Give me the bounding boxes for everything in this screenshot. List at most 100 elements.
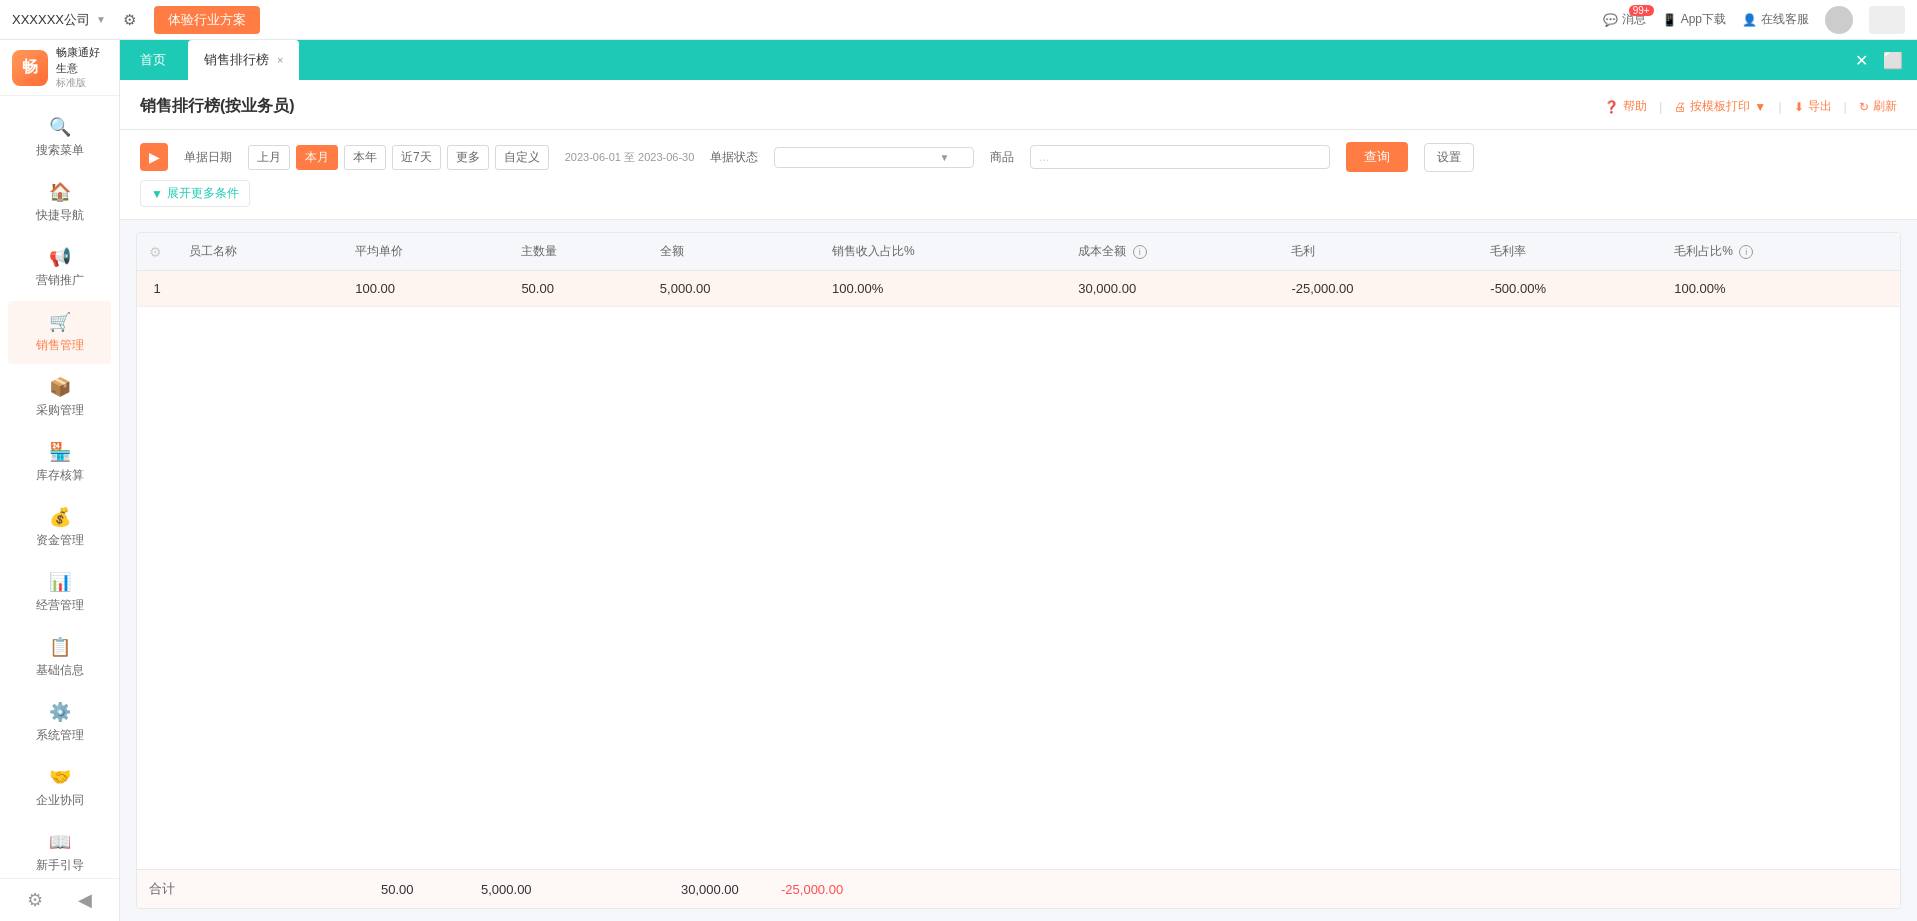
tab-expand-btn[interactable]: ⬜: [1881, 48, 1905, 72]
sidebar-item-system[interactable]: ⚙️ 系统管理: [8, 691, 111, 754]
page-title: 销售排行榜(按业务员): [140, 96, 295, 117]
tab-label: 销售排行榜: [204, 51, 269, 69]
app-download-label: App下载: [1681, 11, 1726, 28]
marketing-icon: 📢: [49, 246, 71, 268]
col-quantity-header: 主数量: [509, 233, 647, 271]
collapse-button[interactable]: ▶: [140, 143, 168, 171]
amount-cell: 5,000.00: [648, 271, 820, 307]
data-table: ⚙ 员工名称 平均单价 主数量 全额 销售收入占比% 成本全额 i 毛利: [137, 233, 1900, 307]
main-layout: 畅 畅康通好生意 标准版 🔍 搜索菜单 🏠 快捷导航 📢 营销推广 🛒: [0, 40, 1917, 921]
refresh-icon: ↻: [1859, 100, 1869, 114]
help-link[interactable]: ❓ 帮助: [1604, 98, 1647, 115]
operation-icon: 📊: [49, 571, 71, 593]
col-name-header: 员工名称: [177, 233, 343, 271]
sidebar-nav: 🔍 搜索菜单 🏠 快捷导航 📢 营销推广 🛒 销售管理 📦 采购管理 🏪: [0, 96, 119, 878]
page-actions: ❓ 帮助 | 🖨 按模板打印 ▼ | ⬇ 导出: [1604, 98, 1897, 115]
col-settings-icon[interactable]: ⚙: [149, 244, 162, 260]
trial-button[interactable]: 体验行业方案: [154, 6, 260, 34]
sidebar-item-label: 营销推广: [36, 272, 84, 289]
top-right-area: 💬 消息 99+ 📱 App下载 👤 在线客服: [1603, 6, 1905, 34]
purchase-icon: 📦: [49, 376, 71, 398]
tab-sales-rank[interactable]: 销售排行榜 ×: [188, 40, 299, 80]
table-body: 1 100.00 50.00 5,000.00 100.00% 30,000.0…: [137, 271, 1900, 307]
sales-icon: 🛒: [49, 311, 71, 333]
date-btn-custom[interactable]: 自定义: [495, 145, 549, 170]
sidebar-item-sales[interactable]: 🛒 销售管理: [8, 301, 111, 364]
date-btn-last-month[interactable]: 上月: [248, 145, 290, 170]
sidebar-item-operation[interactable]: 📊 经营管理: [8, 561, 111, 624]
sidebar-item-base-info[interactable]: 📋 基础信息: [8, 626, 111, 689]
tab-home[interactable]: 首页: [120, 40, 186, 80]
tab-bar: 首页 销售排行榜 × ✕ ⬜: [120, 40, 1917, 80]
refresh-link[interactable]: ↻ 刷新: [1859, 98, 1897, 115]
footer-amount: 5,000.00: [469, 882, 569, 897]
table-footer: 合计 50.00 5,000.00 30,000.00 -25,000.00: [137, 869, 1900, 908]
sidebar-item-guide[interactable]: 📖 新手引导: [8, 821, 111, 878]
notification-icon: 💬: [1603, 13, 1618, 27]
date-btn-more[interactable]: 更多: [447, 145, 489, 170]
logo-icon: 畅: [12, 50, 48, 86]
logo-sub: 标准版: [56, 76, 107, 90]
date-btn-this-year[interactable]: 本年: [344, 145, 386, 170]
gross-cell: -25,000.00: [1279, 271, 1478, 307]
user-menu[interactable]: [1869, 6, 1905, 34]
tab-close-btn[interactable]: ✕: [1849, 48, 1873, 72]
filter-expand: ▼ 展开更多条件: [140, 180, 1897, 207]
app-download-icon: 📱: [1662, 13, 1677, 27]
company-select[interactable]: XXXXXX公司 ▼: [12, 11, 106, 29]
sidebar-item-quick-nav[interactable]: 🏠 快捷导航: [8, 171, 111, 234]
system-icon: ⚙️: [49, 701, 71, 723]
goods-select[interactable]: ...: [1030, 145, 1330, 169]
avg-price-cell: 100.00: [343, 271, 509, 307]
sidebar: 畅 畅康通好生意 标准版 🔍 搜索菜单 🏠 快捷导航 📢 营销推广 🛒: [0, 40, 120, 921]
sidebar-item-marketing[interactable]: 📢 营销推广: [8, 236, 111, 299]
sidebar-item-label: 企业协同: [36, 792, 84, 809]
help-label: 帮助: [1623, 98, 1647, 115]
sidebar-item-search-order[interactable]: 🔍 搜索菜单: [8, 106, 111, 169]
template-print-link[interactable]: 🖨 按模板打印 ▼: [1674, 98, 1766, 115]
date-btn-this-month[interactable]: 本月: [296, 145, 338, 170]
sidebar-item-corp-collab[interactable]: 🤝 企业协同: [8, 756, 111, 819]
sales-pct-cell: 100.00%: [820, 271, 1066, 307]
expand-more-btn[interactable]: ▼ 展开更多条件: [140, 180, 250, 207]
print-icon: 🖨: [1674, 100, 1686, 114]
page-content: 销售排行榜(按业务员) ❓ 帮助 | 🖨 按模板打印 ▼ |: [120, 80, 1917, 921]
sidebar-settings-icon[interactable]: ⚙: [27, 889, 43, 911]
sidebar-item-label: 系统管理: [36, 727, 84, 744]
col-sales-pct-header: 销售收入占比%: [820, 233, 1066, 271]
sidebar-item-label: 销售管理: [36, 337, 84, 354]
status-select[interactable]: ▼: [774, 147, 974, 168]
avatar[interactable]: [1825, 6, 1853, 34]
tab-close-icon[interactable]: ×: [277, 54, 283, 66]
filter-bar: ▶ 单据日期 上月 本月 本年 近7天 更多 自定义 2023-06-01 至 …: [120, 130, 1917, 220]
col-gross-header: 毛利: [1279, 233, 1478, 271]
expand-chevron-icon: ▼: [151, 187, 163, 201]
table-row: 1 100.00 50.00 5,000.00 100.00% 30,000.0…: [137, 271, 1900, 307]
sidebar-item-label: 经营管理: [36, 597, 84, 614]
sidebar-item-purchase[interactable]: 📦 采购管理: [8, 366, 111, 429]
online-service-item[interactable]: 👤 在线客服: [1742, 11, 1809, 28]
finance-icon: 💰: [49, 506, 71, 528]
settings-gear-icon[interactable]: ⚙: [116, 6, 144, 34]
date-btn-7days[interactable]: 近7天: [392, 145, 441, 170]
sidebar-item-inventory[interactable]: 🏪 库存核算: [8, 431, 111, 494]
app-download-item[interactable]: 📱 App下载: [1662, 11, 1726, 28]
sidebar-collapse-icon[interactable]: ◀: [78, 889, 92, 911]
cost-cell: 30,000.00: [1066, 271, 1279, 307]
query-button[interactable]: 查询: [1346, 142, 1408, 172]
notification-item[interactable]: 💬 消息 99+: [1603, 11, 1646, 28]
logo-text: 畅康通好生意: [56, 45, 107, 76]
online-service-icon: 👤: [1742, 13, 1757, 27]
sidebar-item-finance[interactable]: 💰 资金管理: [8, 496, 111, 559]
gross-pct-info-icon[interactable]: i: [1739, 245, 1753, 259]
footer-cost: 30,000.00: [669, 882, 769, 897]
settings-button[interactable]: 设置: [1424, 143, 1474, 172]
filter-row: ▶ 单据日期 上月 本月 本年 近7天 更多 自定义 2023-06-01 至 …: [140, 142, 1897, 172]
refresh-label: 刷新: [1873, 98, 1897, 115]
company-name: XXXXXX公司: [12, 11, 90, 29]
cost-info-icon[interactable]: i: [1133, 245, 1147, 259]
export-link[interactable]: ⬇ 导出: [1794, 98, 1832, 115]
gross-pct-cell: 100.00%: [1662, 271, 1900, 307]
footer-quantity: 50.00: [369, 882, 469, 897]
status-filter-label: 单据状态: [710, 149, 758, 166]
